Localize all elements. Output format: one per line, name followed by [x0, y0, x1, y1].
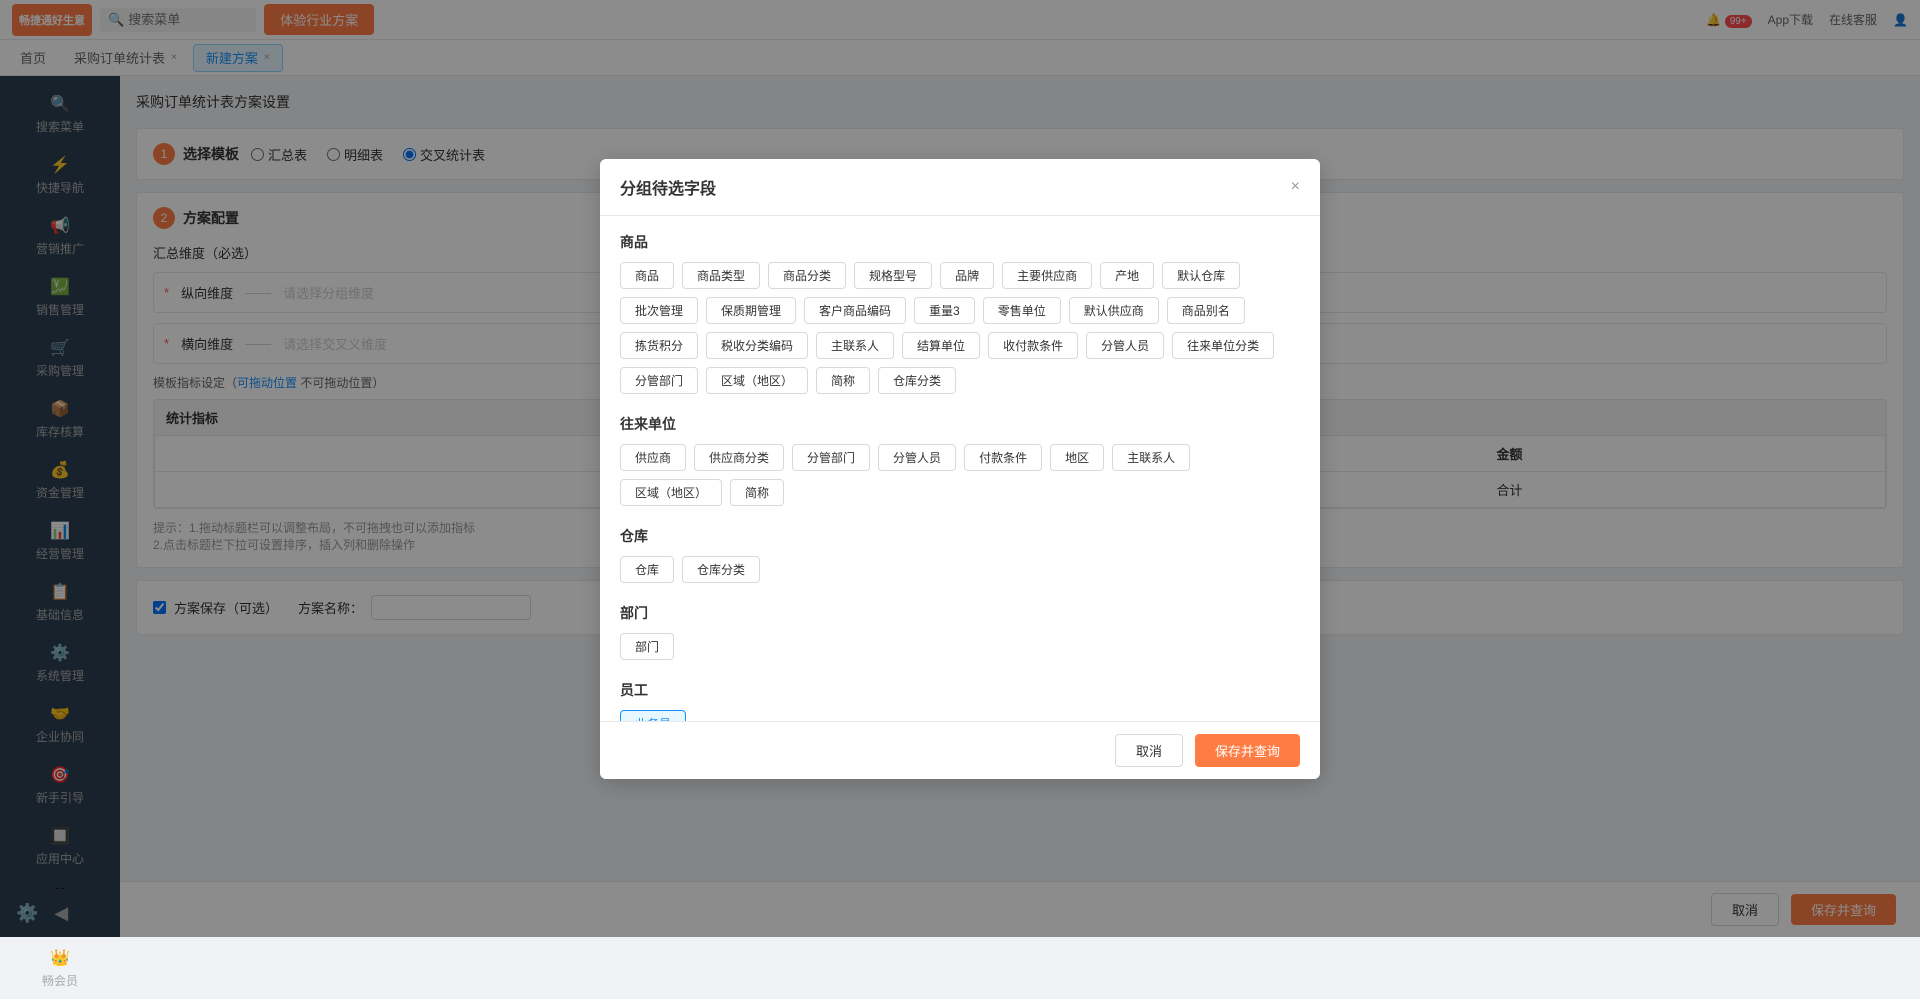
- member-icon: 👑: [50, 948, 70, 968]
- field-tag-abbreviation2[interactable]: 简称: [730, 479, 784, 506]
- sidebar-item-member[interactable]: 👑 畅会员: [0, 938, 120, 999]
- field-tag-counterpart-category[interactable]: 往来单位分类: [1172, 332, 1274, 359]
- modal-close-button[interactable]: ×: [1291, 178, 1300, 196]
- field-group-employee-title: 员工: [620, 680, 1300, 700]
- field-group-employee: 员工 业务员: [620, 680, 1300, 721]
- field-tags-employee: 业务员: [620, 710, 1300, 721]
- field-tag-responsible-person[interactable]: 分管人员: [1086, 332, 1164, 359]
- modal-cancel-button[interactable]: 取消: [1115, 734, 1183, 767]
- field-tag-salesperson[interactable]: 业务员: [620, 710, 686, 721]
- field-tags-dept: 部门: [620, 633, 1300, 660]
- field-tag-product-alias[interactable]: 商品别名: [1167, 297, 1245, 324]
- field-tag-weight3[interactable]: 重量3: [914, 297, 975, 324]
- field-tag-dept3[interactable]: 部门: [620, 633, 674, 660]
- field-group-warehouse: 仓库 仓库 仓库分类: [620, 526, 1300, 583]
- field-tag-pick-points[interactable]: 拣货积分: [620, 332, 698, 359]
- field-tags-product: 商品 商品类型 商品分类 规格型号 品牌 主要供应商 产地 默认仓库 批次管理 …: [620, 262, 1300, 394]
- modal-title: 分组待选字段: [620, 175, 716, 199]
- field-group-warehouse-title: 仓库: [620, 526, 1300, 546]
- field-tag-quality-mgmt[interactable]: 保质期管理: [706, 297, 796, 324]
- sidebar-item-member-label: 畅会员: [42, 972, 78, 989]
- field-tag-default-warehouse[interactable]: 默认仓库: [1162, 262, 1240, 289]
- field-tag-spec-model[interactable]: 规格型号: [854, 262, 932, 289]
- field-group-counterpart-title: 往来单位: [620, 414, 1300, 434]
- field-tag-region[interactable]: 区域（地区）: [706, 367, 808, 394]
- field-tag-product-category[interactable]: 商品分类: [768, 262, 846, 289]
- modal-body: 商品 商品 商品类型 商品分类 规格型号 品牌 主要供应商 产地 默认仓库 批次…: [600, 216, 1320, 721]
- modal-overlay[interactable]: 分组待选字段 × 商品 商品 商品类型 商品分类 规格型号 品牌 主要供应商 产…: [0, 0, 1920, 937]
- field-group-dept: 部门 部门: [620, 603, 1300, 660]
- field-tag-product[interactable]: 商品: [620, 262, 674, 289]
- field-tag-customer-code[interactable]: 客户商品编码: [804, 297, 906, 324]
- field-tag-abbreviation[interactable]: 简称: [816, 367, 870, 394]
- field-tag-payment-terms[interactable]: 收付款条件: [988, 332, 1078, 359]
- field-tag-tax-code[interactable]: 税收分类编码: [706, 332, 808, 359]
- field-tag-batch-mgmt[interactable]: 批次管理: [620, 297, 698, 324]
- modal: 分组待选字段 × 商品 商品 商品类型 商品分类 规格型号 品牌 主要供应商 产…: [600, 159, 1320, 779]
- field-tags-counterpart: 供应商 供应商分类 分管部门 分管人员 付款条件 地区 主联系人 区域（地区） …: [620, 444, 1300, 506]
- modal-footer: 取消 保存并查询: [600, 721, 1320, 779]
- field-tag-settlement-unit[interactable]: 结算单位: [902, 332, 980, 359]
- field-tag-retail-unit[interactable]: 零售单位: [983, 297, 1061, 324]
- field-tag-payment-terms2[interactable]: 付款条件: [964, 444, 1042, 471]
- field-tag-supplier-category[interactable]: 供应商分类: [694, 444, 784, 471]
- field-tag-main-contact2[interactable]: 主联系人: [1112, 444, 1190, 471]
- field-tag-warehouse-category[interactable]: 仓库分类: [878, 367, 956, 394]
- field-tag-origin[interactable]: 产地: [1100, 262, 1154, 289]
- field-tag-brand[interactable]: 品牌: [940, 262, 994, 289]
- field-tag-supplier[interactable]: 供应商: [620, 444, 686, 471]
- field-tag-responsible2[interactable]: 分管人员: [878, 444, 956, 471]
- field-group-dept-title: 部门: [620, 603, 1300, 623]
- field-tag-region3[interactable]: 区域（地区）: [620, 479, 722, 506]
- field-tag-dept[interactable]: 分管部门: [620, 367, 698, 394]
- field-group-counterpart: 往来单位 供应商 供应商分类 分管部门 分管人员 付款条件 地区 主联系人 区域…: [620, 414, 1300, 506]
- modal-confirm-button[interactable]: 保存并查询: [1195, 734, 1300, 767]
- field-tag-default-supplier[interactable]: 默认供应商: [1069, 297, 1159, 324]
- modal-header: 分组待选字段 ×: [600, 159, 1320, 216]
- field-group-product-title: 商品: [620, 232, 1300, 252]
- field-group-product: 商品 商品 商品类型 商品分类 规格型号 品牌 主要供应商 产地 默认仓库 批次…: [620, 232, 1300, 394]
- field-tag-warehouse[interactable]: 仓库: [620, 556, 674, 583]
- field-tag-main-contact[interactable]: 主联系人: [816, 332, 894, 359]
- field-tag-main-supplier[interactable]: 主要供应商: [1002, 262, 1092, 289]
- field-tag-region2[interactable]: 地区: [1050, 444, 1104, 471]
- field-tag-product-type[interactable]: 商品类型: [682, 262, 760, 289]
- field-tag-warehouse-cat[interactable]: 仓库分类: [682, 556, 760, 583]
- field-tags-warehouse: 仓库 仓库分类: [620, 556, 1300, 583]
- field-tag-dept2[interactable]: 分管部门: [792, 444, 870, 471]
